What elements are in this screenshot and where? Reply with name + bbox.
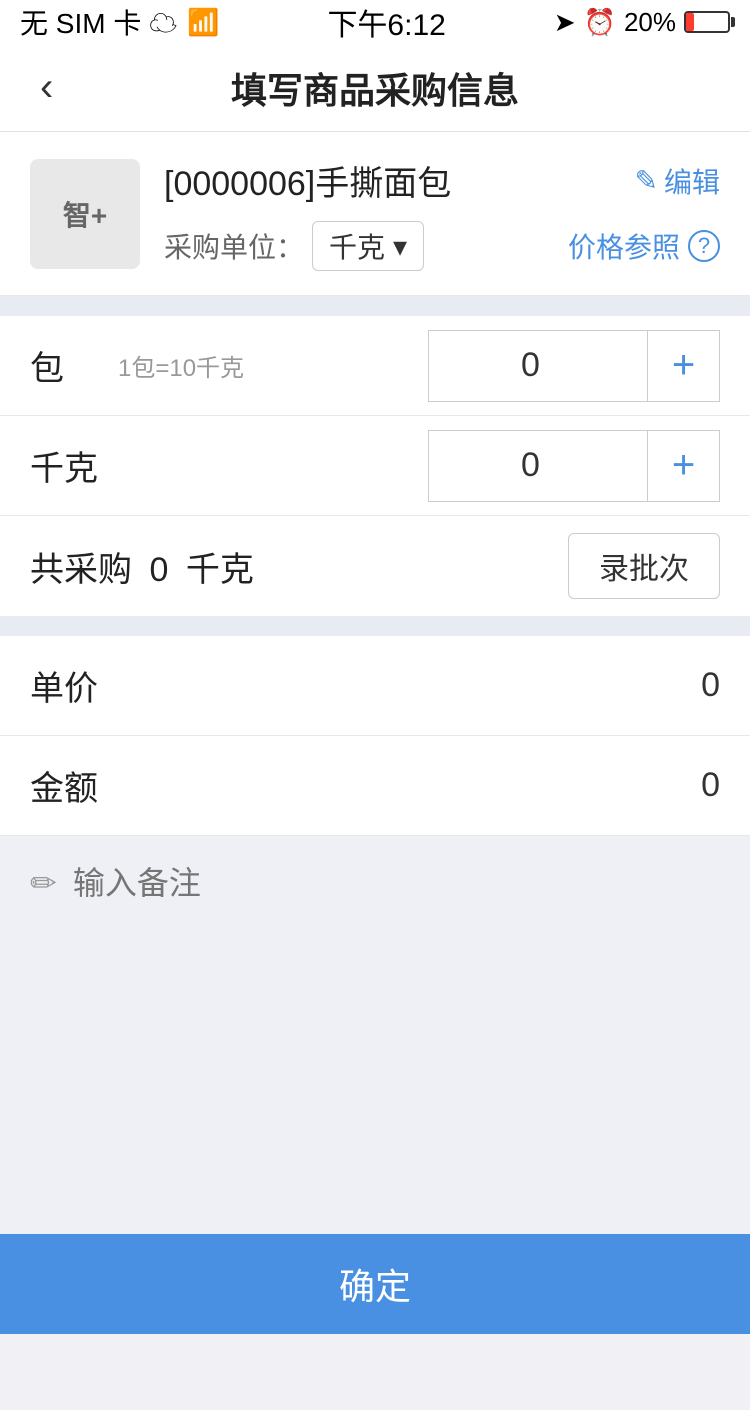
product-logo: 智+: [30, 159, 140, 269]
price-section: 单价 0 金额 0: [0, 636, 750, 836]
bag-input-group: +: [428, 330, 720, 402]
chevron-down-icon: ▾: [393, 230, 407, 263]
page-title: 填写商品采购信息: [231, 62, 519, 114]
product-info: [0000006]手撕面包 ✎ 编辑 采购单位： 千克 ▾ 价格参照 ?: [164, 156, 720, 271]
form-section: 包 1包=10千克 + 千克 +: [0, 316, 750, 516]
unit-label: 采购单位：: [164, 226, 304, 266]
logo-text: 智+: [63, 194, 107, 234]
status-time: 下午6:12: [327, 0, 445, 44]
bag-input[interactable]: [428, 330, 648, 402]
summary-prefix: 共采购: [30, 551, 132, 589]
product-name-row: [0000006]手撕面包 ✎ 编辑: [164, 156, 720, 205]
bag-row: 包 1包=10千克 +: [0, 316, 750, 416]
remark-input[interactable]: [73, 865, 720, 902]
summary-value: 0: [149, 551, 168, 589]
pencil-icon: ✏: [30, 864, 57, 902]
sim-status: 无 SIM 卡 ☁: [20, 2, 177, 42]
amount-row: 金额 0: [0, 736, 750, 836]
bag-label: 包: [30, 341, 110, 390]
unit-price-value: 0: [701, 666, 720, 705]
remark-section: ✏: [0, 836, 750, 930]
price-ref-label: 价格参照: [568, 226, 680, 266]
kg-input-group: +: [428, 430, 720, 502]
bag-plus-button[interactable]: +: [648, 330, 720, 402]
unit-value: 千克: [329, 226, 385, 266]
record-batch-button[interactable]: 录批次: [568, 533, 720, 599]
status-right: ➤ ⏰ 20%: [554, 7, 730, 38]
battery-percent: 20%: [624, 7, 676, 38]
kg-input[interactable]: [428, 430, 648, 502]
section-divider-1: [0, 296, 750, 316]
back-button[interactable]: ‹: [30, 55, 63, 120]
alarm-icon: ⏰: [584, 7, 616, 38]
nav-bar: ‹ 填写商品采购信息: [0, 44, 750, 132]
unit-row: 采购单位： 千克 ▾ 价格参照 ?: [164, 221, 720, 271]
unit-price-label: 单价: [30, 661, 98, 710]
product-name: [0000006]手撕面包: [164, 156, 451, 205]
amount-value: 0: [701, 766, 720, 805]
product-card: 智+ [0000006]手撕面包 ✎ 编辑 采购单位： 千克 ▾: [0, 132, 750, 296]
kg-row: 千克 +: [0, 416, 750, 516]
status-bar: 无 SIM 卡 ☁ 📶 下午6:12 ➤ ⏰ 20%: [0, 0, 750, 44]
bag-sub-label: 1包=10千克: [118, 348, 244, 383]
edit-button[interactable]: ✎ 编辑: [635, 161, 720, 201]
unit-price-row: 单价 0: [0, 636, 750, 736]
location-icon: ➤: [554, 7, 576, 38]
edit-icon: ✎: [635, 164, 658, 197]
kg-label: 千克: [30, 441, 110, 490]
battery-icon: [684, 11, 730, 33]
wifi-icon: 📶: [187, 7, 219, 38]
status-left: 无 SIM 卡 ☁ 📶: [20, 2, 220, 42]
section-divider-2: [0, 616, 750, 636]
amount-label: 金额: [30, 761, 98, 810]
unit-select[interactable]: 千克 ▾: [312, 221, 424, 271]
edit-label: 编辑: [664, 161, 720, 201]
price-ref-button[interactable]: 价格参照 ?: [568, 226, 720, 266]
summary-text: 共采购 0 千克: [30, 542, 254, 591]
help-icon: ?: [688, 230, 720, 262]
kg-plus-button[interactable]: +: [648, 430, 720, 502]
summary-unit: 千克: [186, 551, 254, 589]
summary-row: 共采购 0 千克 录批次: [0, 516, 750, 616]
confirm-button[interactable]: 确定: [0, 1234, 750, 1334]
